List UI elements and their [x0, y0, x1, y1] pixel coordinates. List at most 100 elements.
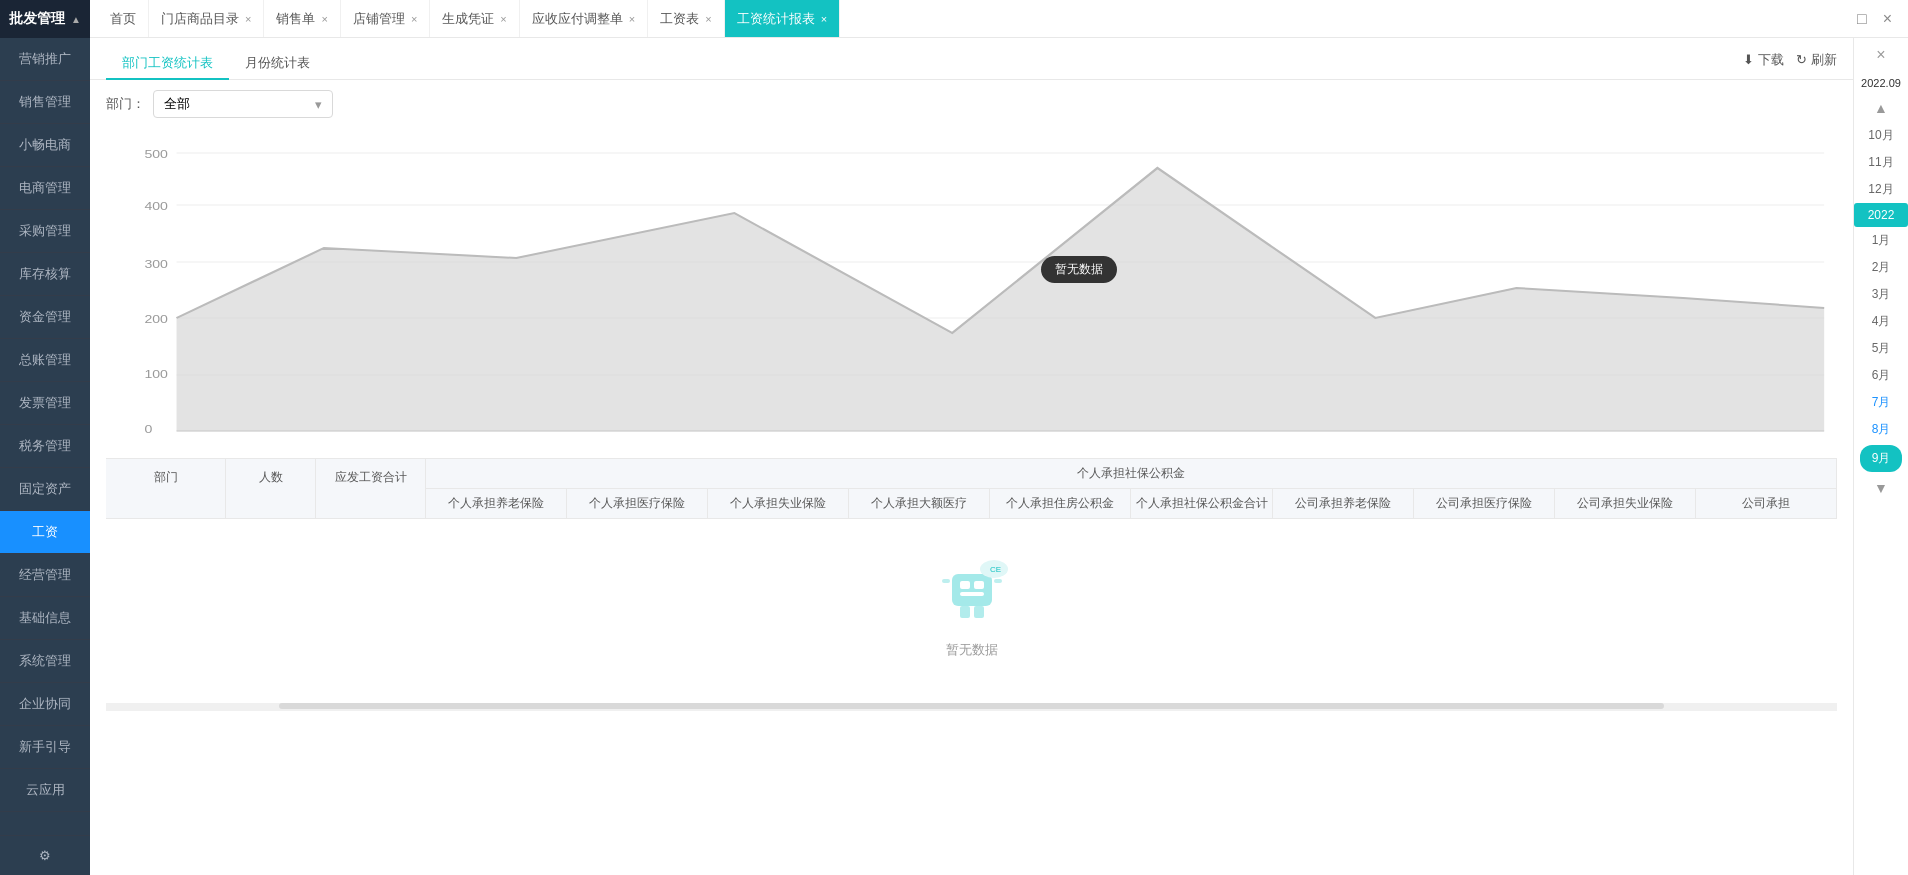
- timeline-up-btn[interactable]: ▲: [1874, 94, 1888, 122]
- sidebar-item-企业协同[interactable]: 企业协同: [0, 683, 90, 726]
- sidebar-item-采购管理[interactable]: 采购管理: [0, 210, 90, 253]
- timeline-month-12[interactable]: 12月: [1854, 176, 1908, 203]
- refresh-btn[interactable]: ↻ 刷新: [1796, 51, 1837, 69]
- tab-close-icon[interactable]: ×: [705, 13, 711, 25]
- tab-店铺管理[interactable]: 店铺管理 ×: [341, 0, 430, 38]
- timeline-month-7[interactable]: 7月: [1854, 389, 1908, 416]
- sub-tab-actions: ⬇ 下载 ↻ 刷新: [1743, 51, 1837, 77]
- tab-生成凭证[interactable]: 生成凭证×: [430, 0, 519, 38]
- tab-close-icon[interactable]: ×: [411, 13, 417, 25]
- chart-section: 500 400 300 200 100 0: [90, 128, 1853, 875]
- svg-text:200: 200: [144, 313, 168, 325]
- timeline-year-label: 2022.09: [1854, 72, 1908, 94]
- timeline-close-btn[interactable]: ×: [1876, 38, 1885, 72]
- tab-close-icon[interactable]: ×: [245, 13, 251, 25]
- filter-dept-label: 部门：: [106, 95, 145, 113]
- scroll-thumb: [279, 703, 1664, 709]
- tab-label: 店铺管理: [353, 10, 405, 28]
- sidebar-header[interactable]: 批发管理 ▲: [0, 0, 90, 38]
- tab-应收应付调整单[interactable]: 应收应付调整单×: [520, 0, 648, 38]
- sub-tab-月份统计表[interactable]: 月份统计表: [229, 48, 326, 80]
- sidebar-item-经营管理[interactable]: 经营管理: [0, 554, 90, 597]
- main-area: 首页门店商品目录×销售单×店铺管理×生成凭证×应收应付调整单×工资表×工资统计报…: [90, 0, 1908, 875]
- refresh-label: 刷新: [1811, 51, 1837, 69]
- svg-marker-12: [177, 168, 1825, 431]
- sidebar-item-小畅电商[interactable]: 小畅电商: [0, 124, 90, 167]
- page-panel: 部门工资统计表月份统计表 ⬇ 下载 ↻ 刷新 部门： 全部 ▾: [90, 38, 1853, 875]
- timeline-month-8[interactable]: 8月: [1854, 416, 1908, 443]
- tab-销售单[interactable]: 销售单 ×: [264, 0, 340, 38]
- timeline-month-10[interactable]: 10月: [1854, 122, 1908, 149]
- sidebar-title: 批发管理: [9, 10, 65, 28]
- sidebar-item-系统管理[interactable]: 系统管理: [0, 640, 90, 683]
- sub-tab-部门工资统计表[interactable]: 部门工资统计表: [106, 48, 229, 80]
- sidebar-item-总账管理[interactable]: 总账管理: [0, 339, 90, 382]
- sidebar-item-新手引导[interactable]: 新手引导: [0, 726, 90, 769]
- timeline-month-5[interactable]: 5月: [1854, 335, 1908, 362]
- th-col-0: 个人承担养老保险: [426, 489, 567, 518]
- th-col-1: 个人承担医疗保险: [567, 489, 708, 518]
- dept-select[interactable]: 全部 ▾: [153, 90, 333, 118]
- svg-text:400: 400: [144, 200, 168, 212]
- tab-门店商品目录[interactable]: 门店商品目录×: [149, 0, 264, 38]
- sidebar-item-资金管理[interactable]: 资金管理: [0, 296, 90, 339]
- sidebar-item-销售管理[interactable]: 销售管理: [0, 81, 90, 124]
- timeline-month-9[interactable]: 9月: [1860, 445, 1902, 472]
- timeline-month-2[interactable]: 2月: [1854, 254, 1908, 281]
- svg-rect-20: [960, 606, 970, 618]
- timeline-down-btn[interactable]: ▼: [1874, 474, 1888, 502]
- sidebar-item-发票管理[interactable]: 发票管理: [0, 382, 90, 425]
- refresh-icon: ↻: [1796, 52, 1807, 67]
- empty-text: 暂无数据: [946, 641, 998, 659]
- tab-label: 首页: [110, 10, 136, 28]
- sidebar-settings[interactable]: ⚙: [0, 835, 90, 875]
- svg-rect-16: [974, 581, 984, 589]
- chevron-down-icon: ▾: [315, 97, 322, 112]
- table-header: 部门 人数 应发工资合计 个人承担社保公积金: [106, 458, 1837, 519]
- empty-icon: CE: [932, 559, 1012, 629]
- timeline-month-6[interactable]: 6月: [1854, 362, 1908, 389]
- sidebar-item-工资[interactable]: 工资: [0, 511, 90, 554]
- timeline-month-4[interactable]: 4月: [1854, 308, 1908, 335]
- download-label: 下载: [1758, 51, 1784, 69]
- svg-rect-19: [994, 579, 1002, 583]
- svg-rect-18: [942, 579, 950, 583]
- tab-label: 销售单: [276, 10, 315, 28]
- scroll-track[interactable]: [106, 703, 1837, 711]
- timeline-panel: × 2022.09 ▲ 10月 11月 12月 2022 1月 2月 3月 4月…: [1853, 38, 1908, 875]
- area-chart: 500 400 300 200 100 0: [106, 138, 1837, 448]
- svg-text:500: 500: [144, 148, 168, 160]
- th-col-2: 个人承担失业保险: [708, 489, 849, 518]
- tab-close-icon[interactable]: ×: [629, 13, 635, 25]
- sidebar-item-固定资产[interactable]: 固定资产: [0, 468, 90, 511]
- timeline-month-11[interactable]: 11月: [1854, 149, 1908, 176]
- tab-工资统计报表[interactable]: 工资统计报表×: [725, 0, 840, 38]
- timeline-year-2022[interactable]: 2022: [1854, 203, 1908, 227]
- sidebar-item-库存核算[interactable]: 库存核算: [0, 253, 90, 296]
- tab-close-icon[interactable]: ×: [500, 13, 506, 25]
- dept-select-value: 全部: [164, 95, 190, 113]
- sidebar-item-税务管理[interactable]: 税务管理: [0, 425, 90, 468]
- tab-首页[interactable]: 首页: [98, 0, 149, 38]
- th-group-personal: 个人承担社保公积金 个人承担养老保险 个人承担医疗保险 个人承担失业保险 个人承…: [426, 459, 1837, 518]
- tab-close-icon[interactable]: ×: [821, 13, 827, 25]
- content-area: 部门工资统计表月份统计表 ⬇ 下载 ↻ 刷新 部门： 全部 ▾: [90, 38, 1908, 875]
- th-col-4: 个人承担住房公积金: [990, 489, 1131, 518]
- window-restore-btn[interactable]: □: [1849, 6, 1875, 32]
- timeline-month-1[interactable]: 1月: [1854, 227, 1908, 254]
- sidebar-item-电商管理[interactable]: 电商管理: [0, 167, 90, 210]
- chart-tooltip-text: 暂无数据: [1055, 262, 1103, 276]
- svg-rect-21: [974, 606, 984, 618]
- window-close-btn[interactable]: ×: [1875, 6, 1900, 32]
- sidebar-item-营销推广[interactable]: 营销推广: [0, 38, 90, 81]
- timeline-month-3[interactable]: 3月: [1854, 281, 1908, 308]
- download-btn[interactable]: ⬇ 下载: [1743, 51, 1784, 69]
- chart-tooltip: 暂无数据: [1041, 256, 1117, 283]
- sidebar-item-云应用[interactable]: 云应用: [0, 769, 90, 812]
- th-group-cols: 个人承担养老保险 个人承担医疗保险 个人承担失业保险 个人承担大额医疗 个人承担…: [426, 489, 1836, 518]
- th-count: 人数: [226, 459, 316, 518]
- sidebar-item-基础信息[interactable]: 基础信息: [0, 597, 90, 640]
- th-col-6: 公司承担养老保险: [1273, 489, 1414, 518]
- tab-工资表[interactable]: 工资表×: [648, 0, 724, 38]
- tab-close-icon[interactable]: ×: [321, 13, 327, 25]
